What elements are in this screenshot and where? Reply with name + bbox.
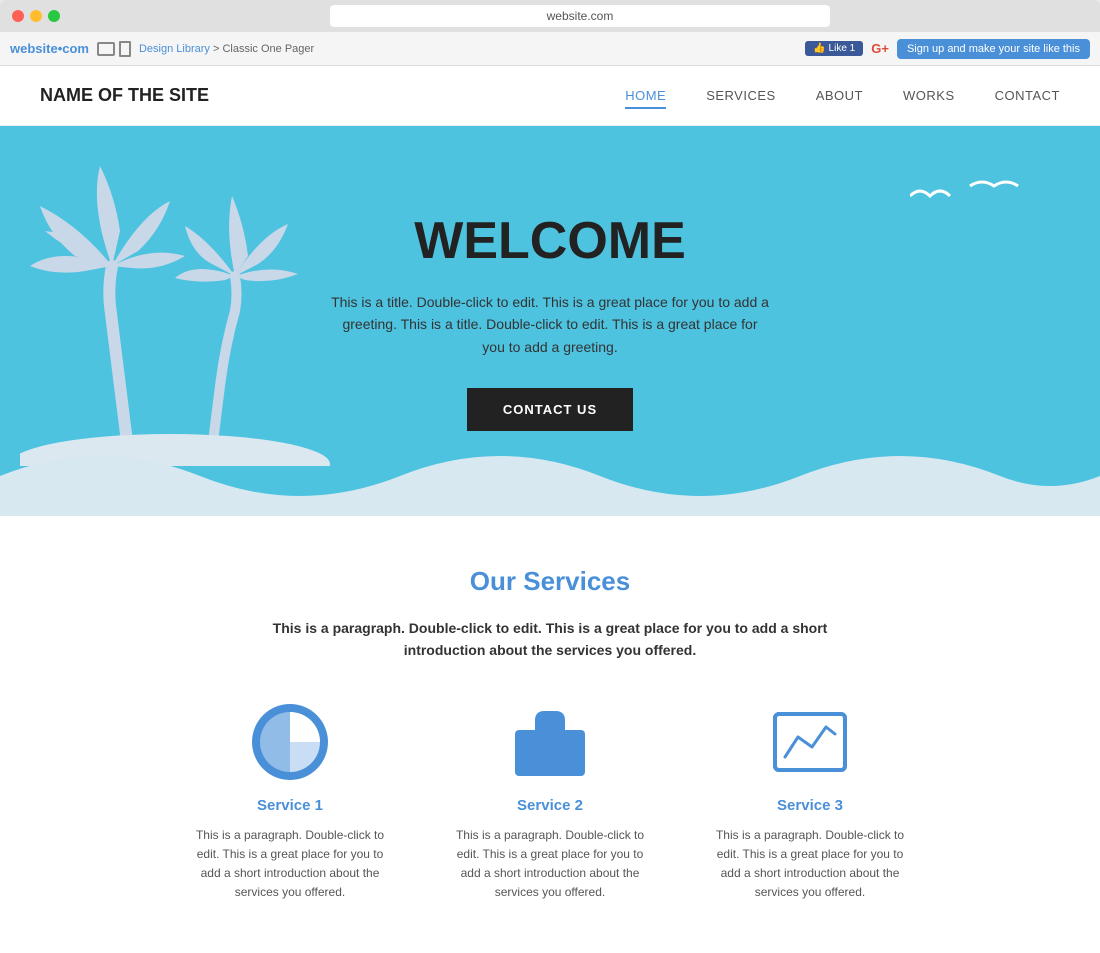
service-1-icon <box>250 702 330 782</box>
google-plus[interactable]: G+ <box>871 41 889 56</box>
site-wrapper: NAME OF THE SITE HOME SERVICES ABOUT WOR… <box>0 66 1100 953</box>
service-2-icon <box>510 702 590 782</box>
birds-svg <box>910 176 1030 236</box>
traffic-lights <box>12 10 60 22</box>
browser-chrome: website.com website•com Design Library >… <box>0 0 1100 66</box>
service-2-desc: This is a paragraph. Double-click to edi… <box>450 826 650 903</box>
maximize-button[interactable] <box>48 10 60 22</box>
hero-subtitle: This is a title. Double-click to edit. T… <box>330 291 770 358</box>
service-1-name: Service 1 <box>190 797 390 814</box>
close-button[interactable] <box>12 10 24 22</box>
service-3-name: Service 3 <box>710 797 910 814</box>
service-1-desc: This is a paragraph. Double-click to edi… <box>190 826 390 903</box>
hero-section: WELCOME This is a title. Double-click to… <box>0 126 1100 516</box>
nav-links: HOME SERVICES ABOUT WORKS CONTACT <box>625 87 1060 105</box>
nav-item-works[interactable]: WORKS <box>903 87 955 105</box>
services-section: Our Services This is a paragraph. Double… <box>0 516 1100 953</box>
service-item-3: Service 3 This is a paragraph. Double-cl… <box>710 702 910 903</box>
services-grid: Service 1 This is a paragraph. Double-cl… <box>80 702 1020 903</box>
signup-button[interactable]: Sign up and make your site like this <box>897 39 1090 59</box>
facebook-like[interactable]: 👍 Like 1 <box>805 41 863 56</box>
nav-item-services[interactable]: SERVICES <box>706 87 776 105</box>
service-2-name: Service 2 <box>450 797 650 814</box>
site-name: NAME OF THE SITE <box>40 85 209 106</box>
brand-logo: website•com <box>10 41 89 56</box>
breadcrumb: Design Library > Classic One Pager <box>139 43 314 55</box>
mobile-icon[interactable] <box>119 41 131 57</box>
toolbar-right: 👍 Like 1 G+ Sign up and make your site l… <box>805 39 1090 59</box>
desktop-icon[interactable] <box>97 42 115 56</box>
device-icons <box>97 41 131 57</box>
contact-us-button[interactable]: CONTACT US <box>467 388 633 431</box>
wave-svg <box>0 436 1100 516</box>
service-item-1: Service 1 This is a paragraph. Double-cl… <box>190 702 390 903</box>
browser-titlebar: website.com <box>0 0 1100 32</box>
minimize-button[interactable] <box>30 10 42 22</box>
nav-item-home[interactable]: HOME <box>625 87 666 105</box>
nav-item-contact[interactable]: CONTACT <box>995 87 1060 105</box>
browser-toolbar: website•com Design Library > Classic One… <box>0 32 1100 66</box>
address-text: website.com <box>547 9 614 23</box>
hero-title: WELCOME <box>414 211 686 271</box>
breadcrumb-link[interactable]: Design Library <box>139 43 210 55</box>
services-intro: This is a paragraph. Double-click to edi… <box>250 617 850 662</box>
address-bar[interactable]: website.com <box>330 5 830 27</box>
breadcrumb-current: Classic One Pager <box>222 43 314 55</box>
site-nav: NAME OF THE SITE HOME SERVICES ABOUT WOR… <box>0 66 1100 126</box>
palm-trees <box>20 146 340 466</box>
service-item-2: Service 2 This is a paragraph. Double-cl… <box>450 702 650 903</box>
service-3-desc: This is a paragraph. Double-click to edi… <box>710 826 910 903</box>
service-3-icon <box>770 702 850 782</box>
nav-item-about[interactable]: ABOUT <box>816 87 863 105</box>
services-title: Our Services <box>80 566 1020 597</box>
